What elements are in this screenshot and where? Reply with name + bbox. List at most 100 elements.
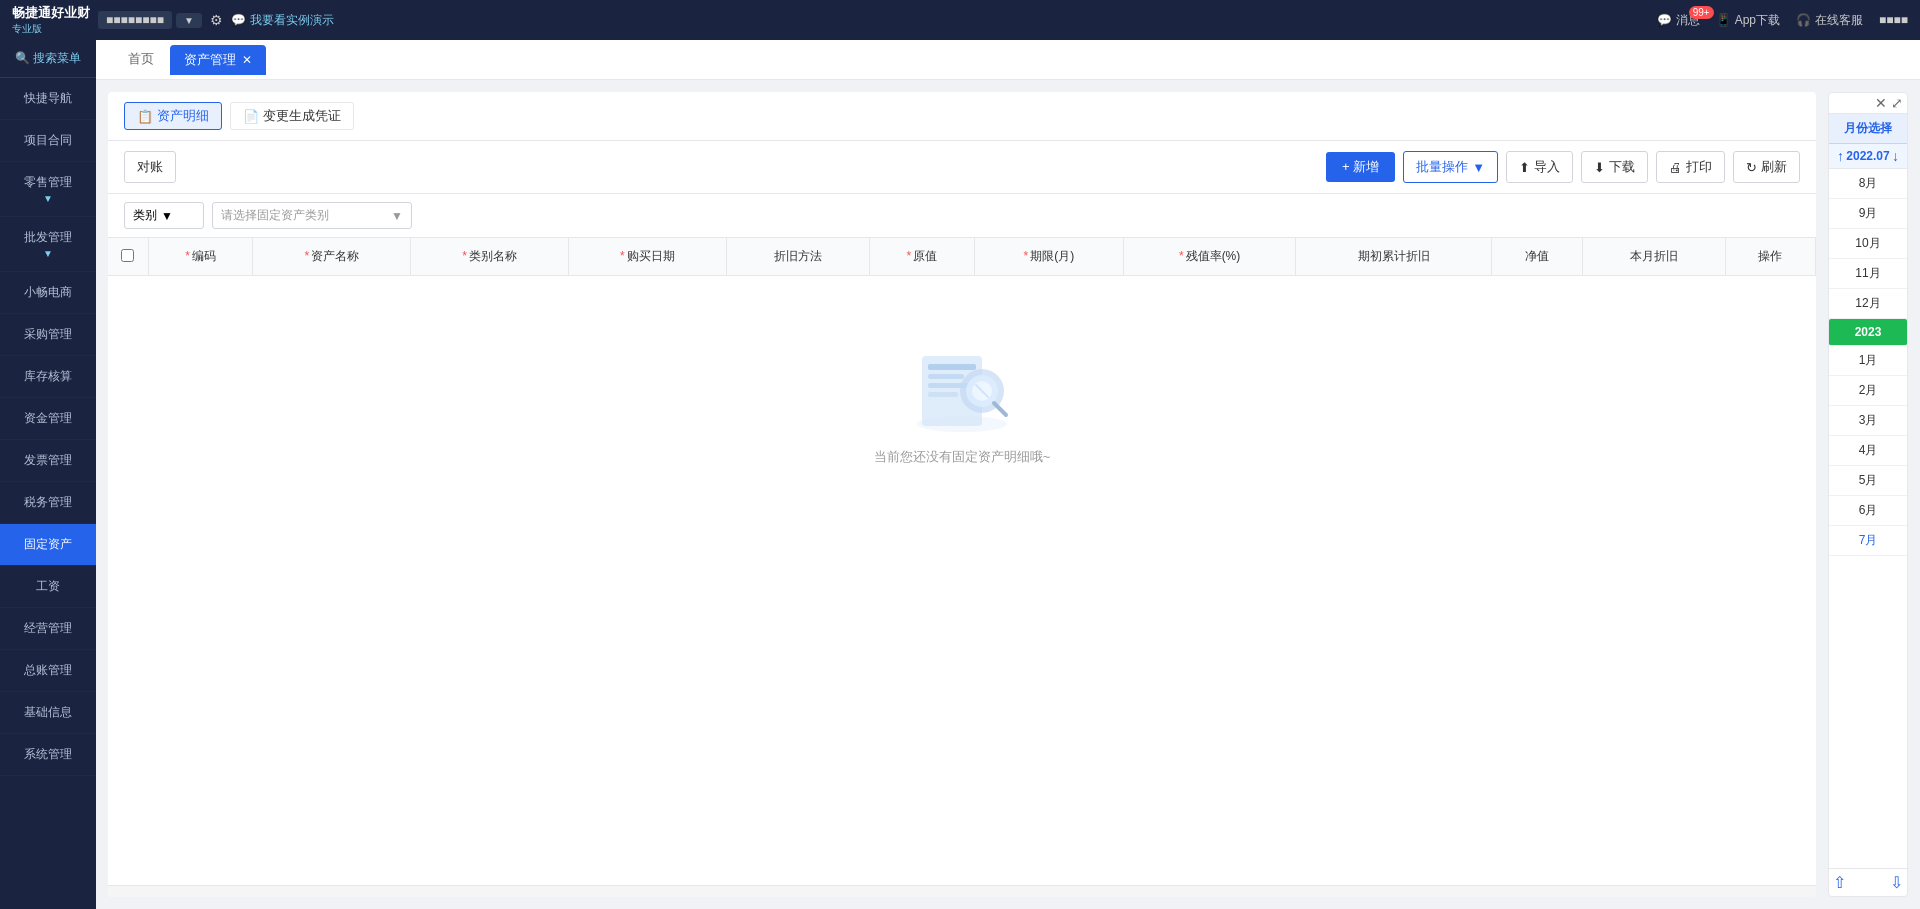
select-all-header[interactable] xyxy=(108,238,148,276)
tab-bar: 首页 资产管理 ✕ xyxy=(96,40,1920,80)
tab-home[interactable]: 首页 xyxy=(112,42,170,78)
sidebar-search[interactable]: 🔍 搜索菜单 xyxy=(0,40,96,78)
sidebar-item-label: 采购管理 xyxy=(24,326,72,343)
month-item-11[interactable]: 11月 xyxy=(1829,259,1907,289)
app-download-button[interactable]: 📱 App下载 xyxy=(1716,12,1780,29)
col-name: *资产名称 xyxy=(253,238,411,276)
sidebar-item-ecommerce[interactable]: 小畅电商 xyxy=(0,272,96,314)
batch-ops-button[interactable]: 批量操作 ▼ xyxy=(1403,151,1498,183)
sidebar-item-system[interactable]: 系统管理 xyxy=(0,734,96,776)
sidebar-item-inventory[interactable]: 库存核算 xyxy=(0,356,96,398)
sidebar-item-fixed-asset[interactable]: 固定资产 xyxy=(0,524,96,566)
category-filter[interactable]: 类别 ▼ xyxy=(124,202,204,229)
add-button[interactable]: + 新增 xyxy=(1326,152,1395,182)
sidebar-item-operation[interactable]: 经营管理 xyxy=(0,608,96,650)
service-label: 在线客服 xyxy=(1815,12,1863,29)
service-icon: 🎧 xyxy=(1796,13,1811,27)
sidebar: 🔍 搜索菜单 快捷导航 项目合同 零售管理 ▼ 批发管理 ▼ 小畅电商 采购管理… xyxy=(0,40,96,909)
filter-arrow-icon: ▼ xyxy=(161,209,173,223)
sidebar-item-payroll[interactable]: 工资 xyxy=(0,566,96,608)
bottom-scrollbar[interactable] xyxy=(108,885,1816,897)
print-button[interactable]: 🖨 打印 xyxy=(1656,151,1725,183)
month-item-8[interactable]: 8月 xyxy=(1829,169,1907,199)
sidebar-item-nav[interactable]: 快捷导航 xyxy=(0,78,96,120)
month-item-9[interactable]: 9月 xyxy=(1829,199,1907,229)
month-item-2[interactable]: 2月 xyxy=(1829,376,1907,406)
demo-text: 我要看实例演示 xyxy=(250,12,334,29)
sidebar-item-label: 库存核算 xyxy=(24,368,72,385)
col-category: *类别名称 xyxy=(411,238,569,276)
month-item-4[interactable]: 4月 xyxy=(1829,436,1907,466)
category-label: 类别 xyxy=(133,207,157,224)
content-area: 首页 资产管理 ✕ 📋 资产明细 📄 变更生成凭证 xyxy=(96,40,1920,909)
company-selector[interactable]: ■■■■■■■■ ▼ xyxy=(98,11,202,29)
settings-icon[interactable]: ⚙ xyxy=(210,12,223,28)
sub-tab-change-voucher[interactable]: 📄 变更生成凭证 xyxy=(230,102,354,130)
demo-link[interactable]: 💬 我要看实例演示 xyxy=(231,12,334,29)
month-panel: ✕ ⤢ 月份选择 ↑ 2022.07 ↓ 8月 9月 10月 11月 12月 xyxy=(1828,92,1908,897)
col-purchase-date: *购买日期 xyxy=(569,238,727,276)
sidebar-item-ledger[interactable]: 总账管理 xyxy=(0,650,96,692)
month-next-button[interactable]: ↓ xyxy=(1892,148,1899,164)
month-item-12[interactable]: 12月 xyxy=(1829,289,1907,319)
toolbar-right: + 新增 批量操作 ▼ ⬆ 导入 ⬇ 下载 xyxy=(1326,151,1800,183)
expand-arrow-icon: ▼ xyxy=(43,193,53,204)
sidebar-item-tax[interactable]: 税务管理 xyxy=(0,482,96,524)
month-item-3[interactable]: 3月 xyxy=(1829,406,1907,436)
change-voucher-icon: 📄 xyxy=(243,109,259,124)
reconcile-button[interactable]: 对账 xyxy=(124,151,176,183)
month-item-10[interactable]: 10月 xyxy=(1829,229,1907,259)
message-badge: 99+ xyxy=(1689,6,1714,19)
sidebar-item-retail[interactable]: 零售管理 ▼ xyxy=(0,162,96,217)
user-menu[interactable]: ■■■■ xyxy=(1879,13,1908,27)
month-item-5[interactable]: 5月 xyxy=(1829,466,1907,496)
demo-icon: 💬 xyxy=(231,13,246,27)
input-arrow-icon: ▼ xyxy=(391,209,403,223)
message-button[interactable]: 💬 消息 99+ xyxy=(1657,12,1700,29)
svg-line-9 xyxy=(994,403,1006,415)
sidebar-item-purchase[interactable]: 采购管理 xyxy=(0,314,96,356)
sidebar-item-label: 发票管理 xyxy=(24,452,72,469)
tab-home-label: 首页 xyxy=(128,51,154,66)
sidebar-item-label: 小畅电商 xyxy=(24,284,72,301)
month-item-1[interactable]: 1月 xyxy=(1829,346,1907,376)
expand-arrow-icon: ▼ xyxy=(43,248,53,259)
month-item-6[interactable]: 6月 xyxy=(1829,496,1907,526)
sidebar-item-finance[interactable]: 资金管理 xyxy=(0,398,96,440)
filter-row: 类别 ▼ 请选择固定资产类别 ▼ xyxy=(108,194,1816,238)
app-edition: 专业版 xyxy=(12,22,90,36)
nav-label: 快捷导航 xyxy=(24,90,72,107)
top-bar-right: 💬 消息 99+ 📱 App下载 🎧 在线客服 ■■■■ xyxy=(1657,12,1908,29)
svg-rect-2 xyxy=(928,364,976,370)
select-all-checkbox[interactable] xyxy=(121,249,134,262)
month-panel-title-text: 月份选择 xyxy=(1844,121,1892,135)
month-prev-button[interactable]: ↑ xyxy=(1837,148,1844,164)
sub-tab-asset-detail[interactable]: 📋 资产明细 xyxy=(124,102,222,130)
sidebar-item-label: 批发管理 xyxy=(24,229,72,246)
close-panel-button[interactable]: ✕ xyxy=(1875,95,1887,111)
online-service-button[interactable]: 🎧 在线客服 xyxy=(1796,12,1863,29)
tab-close-icon[interactable]: ✕ xyxy=(242,53,252,67)
sidebar-item-label: 系统管理 xyxy=(24,746,72,763)
sidebar-item-project[interactable]: 项目合同 xyxy=(0,120,96,162)
tab-asset-management[interactable]: 资产管理 ✕ xyxy=(170,45,266,75)
message-icon: 💬 xyxy=(1657,13,1672,27)
search-icon: 🔍 xyxy=(15,51,30,65)
asset-table: *编码 *资产名称 *类别名称 *购买日期 折旧方法 *原值 *期限(月) *残… xyxy=(108,238,1816,885)
sidebar-item-label: 项目合同 xyxy=(24,132,72,149)
sidebar-item-basic[interactable]: 基础信息 xyxy=(0,692,96,734)
company-name: ■■■■■■■■ xyxy=(98,11,172,29)
sidebar-item-invoice[interactable]: 发票管理 xyxy=(0,440,96,482)
download-button[interactable]: ⬇ 下载 xyxy=(1581,151,1648,183)
expand-panel-button[interactable]: ⤢ xyxy=(1891,95,1903,111)
download-icon: ⬇ xyxy=(1594,160,1605,175)
month-list-up-button[interactable]: ⇧ xyxy=(1833,873,1846,892)
import-button[interactable]: ⬆ 导入 xyxy=(1506,151,1573,183)
month-item-7-selected[interactable]: 7月 xyxy=(1829,526,1907,556)
sidebar-item-batch[interactable]: 批发管理 ▼ xyxy=(0,217,96,272)
category-input[interactable]: 请选择固定资产类别 ▼ xyxy=(212,202,412,229)
month-list-down-button[interactable]: ⇩ xyxy=(1890,873,1903,892)
page-content: 📋 资产明细 📄 变更生成凭证 对账 + 新增 xyxy=(96,80,1920,909)
refresh-button[interactable]: ↻ 刷新 xyxy=(1733,151,1800,183)
change-voucher-label: 变更生成凭证 xyxy=(263,107,341,125)
